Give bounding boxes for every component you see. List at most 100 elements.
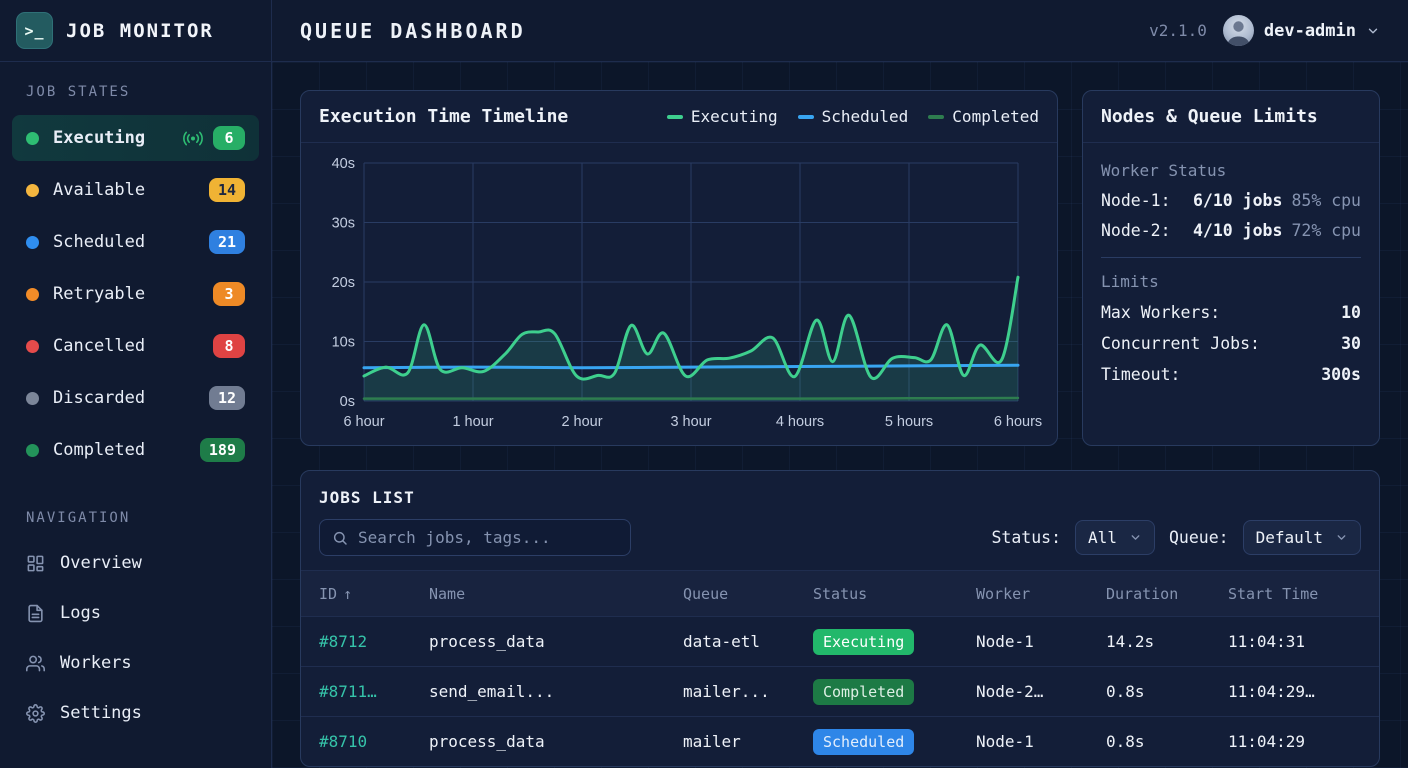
sidebar-item-label: Cancelled — [53, 336, 146, 356]
count-badge: 189 — [199, 438, 245, 462]
column-header-id[interactable]: ID ↑ — [319, 585, 429, 603]
sidebar-item-cancelled[interactable]: Cancelled 8 — [12, 323, 259, 369]
divider — [1101, 257, 1361, 258]
sidebar: >_ JOB MONITOR JOB STATES Executing 6 Av… — [0, 0, 272, 768]
avatar — [1222, 15, 1254, 46]
cell-start-time: 11:04:31 — [1228, 632, 1306, 651]
sidebar-item-label: Discarded — [53, 388, 146, 408]
column-header-worker[interactable]: Worker — [976, 585, 1106, 603]
sidebar-item-discarded[interactable]: Discarded 12 — [12, 375, 259, 421]
status-filter-label: Status: — [991, 528, 1062, 547]
legend-label: Completed — [952, 107, 1039, 126]
document-icon — [26, 604, 45, 623]
sidebar-item-available[interactable]: Available 14 — [12, 167, 259, 213]
nav-item-label: Settings — [60, 703, 142, 723]
user-menu[interactable]: dev-admin — [1222, 15, 1380, 46]
search-box — [319, 519, 631, 556]
svg-text:6 hour: 6 hour — [343, 414, 384, 430]
chevron-down-icon — [1335, 531, 1348, 544]
limit-value: 300s — [1321, 365, 1361, 384]
legend-completed[interactable]: Completed — [928, 107, 1039, 126]
search-input[interactable] — [358, 528, 618, 547]
limit-row: Concurrent Jobs: 30 — [1101, 334, 1361, 353]
chevron-down-icon — [1366, 24, 1380, 38]
queue-filter-select[interactable]: Default — [1242, 520, 1361, 555]
sidebar-item-scheduled[interactable]: Scheduled 21 — [12, 219, 259, 265]
nav-item-label: Logs — [60, 603, 101, 623]
cell-status: Scheduled — [813, 728, 976, 755]
legend-swatch-scheduled — [797, 114, 814, 119]
status-filter-select[interactable]: All — [1075, 520, 1155, 555]
sidebar-item-completed[interactable]: Completed 189 — [12, 427, 259, 473]
sidebar-item-label: Completed — [53, 440, 146, 460]
top-header: QUEUE DASHBOARD v2.1.0 dev-admin — [272, 0, 1408, 62]
svg-text:20s: 20s — [332, 275, 355, 291]
sidebar-item-retryable[interactable]: Retryable 3 — [12, 271, 259, 317]
status-badge: Completed — [813, 678, 915, 705]
table-row[interactable]: #8712 process_data data-etl Executing No… — [301, 616, 1379, 666]
limit-row: Timeout: 300s — [1101, 365, 1361, 384]
node-jobs: 4/10 jobs — [1193, 221, 1283, 240]
cell-status: Completed — [813, 678, 976, 705]
column-header-queue[interactable]: Queue — [683, 585, 813, 603]
cell-name: process_data — [429, 632, 545, 651]
column-header-start-time[interactable]: Start Time — [1228, 585, 1379, 603]
limit-value: 10 — [1341, 303, 1361, 322]
count-badge: 12 — [208, 386, 245, 410]
count-badge: 3 — [213, 282, 245, 306]
limit-label: Timeout: — [1101, 365, 1181, 384]
svg-text:10s: 10s — [332, 335, 355, 351]
table-row[interactable]: #8710 process_data mailer Scheduled Node… — [301, 716, 1379, 766]
cell-name: send_email... — [429, 682, 555, 701]
limit-row: Max Workers: 10 — [1101, 303, 1361, 322]
sidebar-item-settings[interactable]: Settings — [12, 691, 259, 735]
status-badge: Scheduled — [813, 728, 915, 755]
sidebar-item-workers[interactable]: Workers — [12, 641, 259, 685]
nav-item-label: Overview — [60, 553, 142, 573]
scheduled-dot — [26, 235, 39, 249]
sort-arrow-icon: ↑ — [343, 584, 353, 603]
version-label: v2.1.0 — [1149, 21, 1207, 40]
node-cpu: 85% cpu — [1291, 191, 1361, 210]
svg-text:3 hour: 3 hour — [670, 414, 711, 430]
nodes-panel-title: Nodes & Queue Limits — [1101, 106, 1318, 127]
cell-duration: 14.2s — [1106, 632, 1155, 651]
node-jobs: 6/10 jobs — [1193, 191, 1283, 210]
sidebar-item-label: Executing — [53, 128, 146, 148]
table-row[interactable]: #8711… send_email... mailer... Completed… — [301, 666, 1379, 716]
legend-executing[interactable]: Executing — [666, 107, 778, 126]
dashboard-grid-icon — [26, 554, 45, 573]
sidebar-item-overview[interactable]: Overview — [12, 541, 259, 585]
timeline-panel: Execution Time Timeline Executing Schedu… — [300, 90, 1058, 446]
limits-label: Limits — [1101, 272, 1159, 291]
worker-status-row: Node-1: 6/10 jobs 85% cpu — [1101, 191, 1361, 210]
timeline-chart: 0s 10s 20s 30s 40s 6 hour 1 hour 2 hour 3 hour 4 … — [332, 156, 1043, 430]
legend-scheduled[interactable]: Scheduled — [797, 107, 908, 126]
legend-swatch-executing — [666, 114, 683, 119]
legend-label: Executing — [690, 107, 778, 126]
svg-text:1 hour: 1 hour — [452, 414, 493, 430]
job-id-link[interactable]: #8711… — [319, 682, 429, 701]
cell-name: process_data — [429, 732, 545, 751]
queue-filter-label: Queue: — [1168, 528, 1229, 547]
job-id-link[interactable]: #8710 — [319, 732, 429, 751]
search-icon — [332, 530, 348, 546]
sidebar-item-logs[interactable]: Logs — [12, 591, 259, 635]
cell-worker: Node-1 — [976, 632, 1034, 651]
job-id-link[interactable]: #8712 — [319, 632, 429, 651]
svg-text:30s: 30s — [332, 216, 355, 232]
cell-queue: mailer... — [683, 682, 770, 701]
column-header-status[interactable]: Status — [813, 585, 976, 603]
sidebar-item-executing[interactable]: Executing 6 — [12, 115, 259, 161]
column-header-name[interactable]: Name — [429, 585, 683, 603]
live-broadcast-icon — [183, 131, 203, 145]
count-badge: 8 — [213, 334, 245, 358]
terminal-logo-icon: >_ — [16, 12, 53, 49]
retryable-dot — [26, 287, 39, 301]
worker-status-row: Node-2: 4/10 jobs 72% cpu — [1101, 221, 1361, 240]
column-header-duration[interactable]: Duration — [1106, 585, 1228, 603]
user-name: dev-admin — [1263, 20, 1356, 41]
cell-worker: Node-2… — [976, 682, 1044, 701]
users-icon — [26, 654, 45, 673]
node-name: Node-2: — [1101, 221, 1171, 240]
